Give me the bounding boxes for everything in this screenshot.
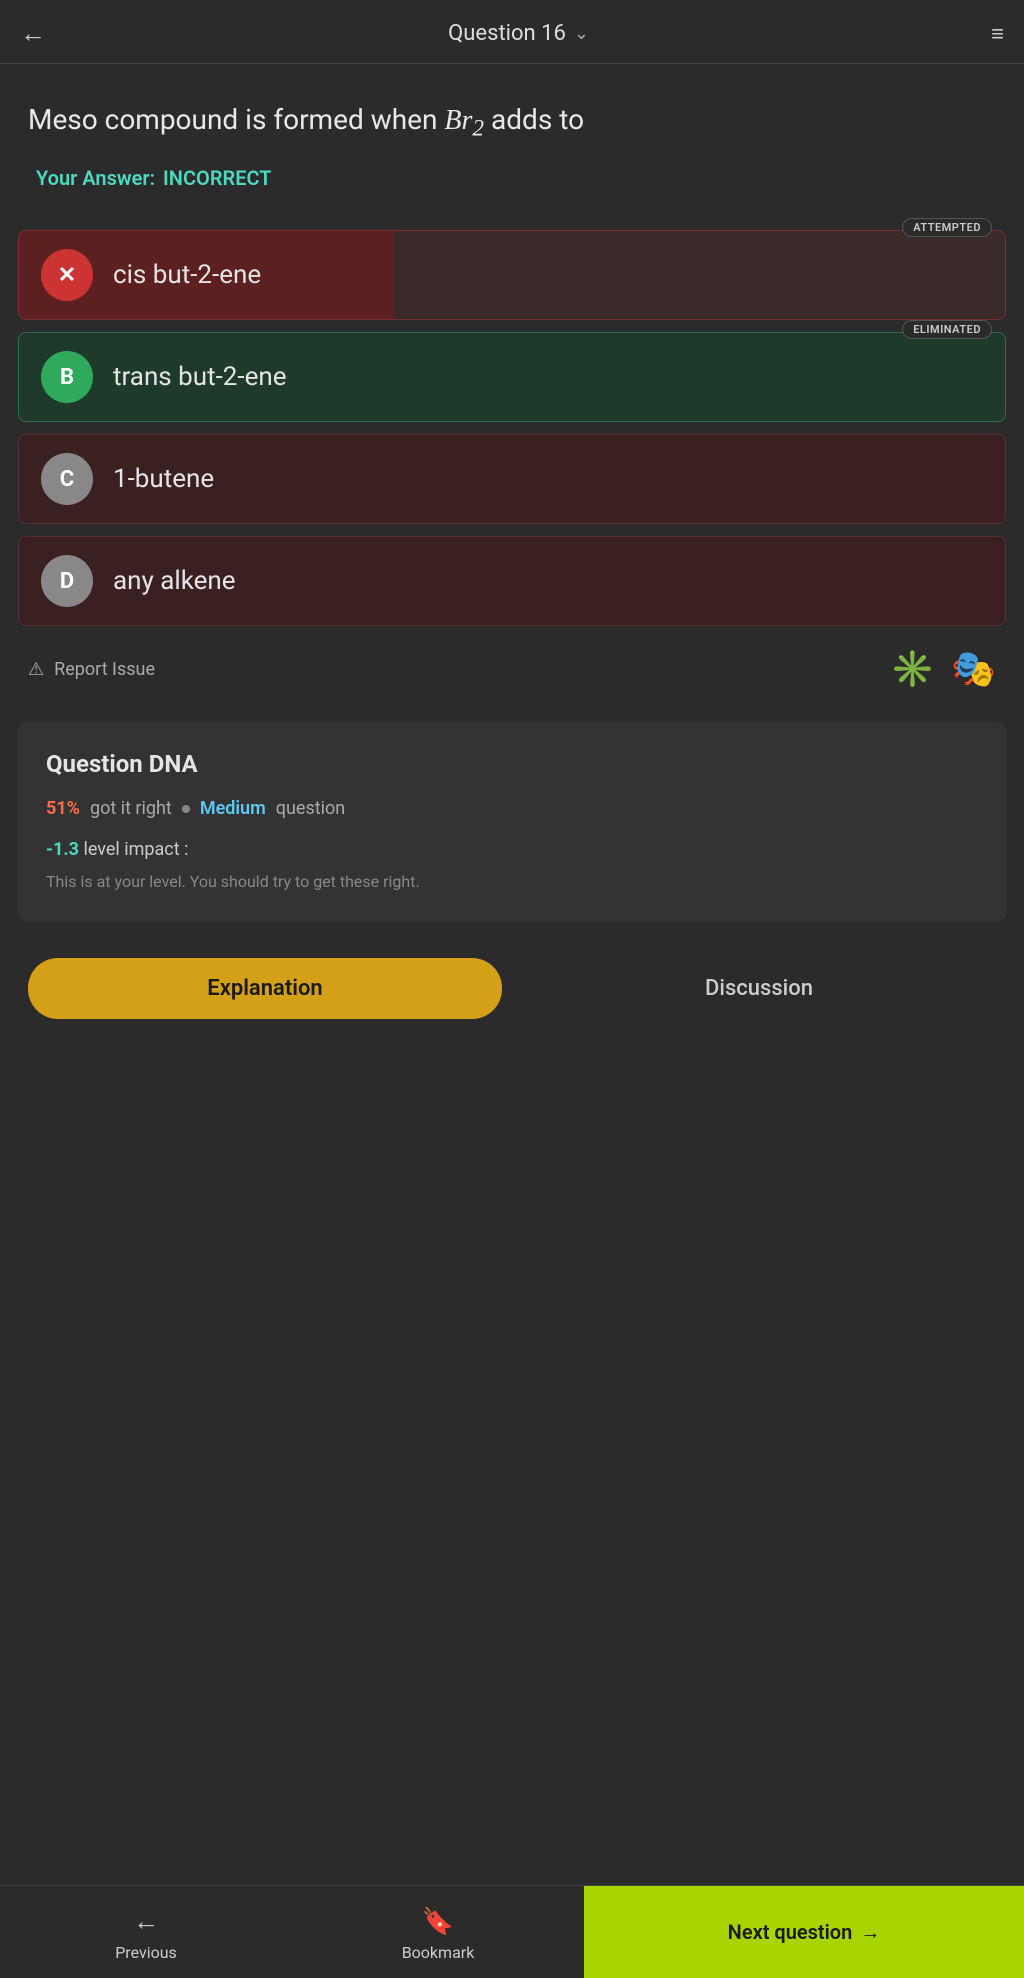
option-b-text: trans but-2-ene [113,362,287,392]
report-icons-right: ✳️ 🎭 [890,648,996,690]
option-b-circle: B [41,351,93,403]
header: ← Question 16 ⌄ ≡ [0,0,1024,64]
header-title: Question 16 ⌄ [448,21,589,46]
question-text-after: adds to [484,103,584,136]
report-issue-button[interactable]: ⚠ Report Issue [28,659,155,680]
dna-impact-desc: This is at your level. You should try to… [46,870,978,894]
dna-got-right-text: got it right [90,798,172,819]
option-c[interactable]: C 1-butene [18,434,1006,524]
bookmark-icon: 🔖 [422,1907,454,1937]
question-number: Question 16 [448,21,566,46]
previous-button[interactable]: ← Previous [0,1886,292,1978]
report-row: ⚠ Report Issue ✳️ 🎭 [0,626,1024,712]
option-b[interactable]: ELIMINATED B trans but-2-ene [18,332,1006,422]
question-area: Meso compound is formed when Br2 adds to [0,64,1024,166]
your-answer-label: Your Answer:INCORRECT [28,166,996,190]
warning-icon: ⚠ [28,659,44,680]
eliminated-badge: ELIMINATED [902,320,992,339]
starburst-icon[interactable]: ✳️ [890,648,935,690]
option-c-circle: C [41,453,93,505]
tab-discussion[interactable]: Discussion [522,958,996,1019]
bottom-tabs: Explanation Discussion [0,942,1024,1035]
dna-difficulty: Medium [200,798,266,819]
chevron-down-icon[interactable]: ⌄ [574,23,589,44]
next-label: Next question [728,1920,853,1944]
attempted-badge: ATTEMPTED [902,218,992,237]
dna-difficulty-suffix: question [276,798,345,819]
menu-icon[interactable]: ≡ [991,21,1004,47]
answer-status: INCORRECT [163,166,272,190]
face-icon[interactable]: 🎭 [951,648,996,690]
answer-section: Your Answer:INCORRECT [0,166,1024,230]
dna-impact-label: level impact : [83,839,188,860]
option-d[interactable]: D any alkene [18,536,1006,626]
next-question-button[interactable]: Next question → [584,1886,1024,1978]
option-d-circle: D [41,555,93,607]
dna-stats: 51% got it right Medium question [46,798,978,819]
back-icon[interactable]: ← [20,18,46,49]
options-list: ATTEMPTED ✕ cis but-2-ene ELIMINATED B t… [0,230,1024,626]
option-a[interactable]: ATTEMPTED ✕ cis but-2-ene [18,230,1006,320]
bookmark-label: Bookmark [402,1943,475,1962]
bookmark-button[interactable]: 🔖 Bookmark [292,1886,584,1978]
dna-impact-value: -1.3 [46,839,79,860]
question-text-before: Meso compound is formed when [28,103,444,136]
tab-explanation[interactable]: Explanation [28,958,502,1019]
report-issue-label: Report Issue [54,659,155,680]
bottom-nav: ← Previous 🔖 Bookmark Next question → [0,1885,1024,1978]
dna-title: Question DNA [46,750,978,778]
next-arrow-icon: → [860,1920,880,1945]
question-text: Meso compound is formed when Br2 adds to [28,100,996,146]
dna-section: Question DNA 51% got it right Medium que… [18,722,1006,922]
previous-label: Previous [115,1943,177,1962]
dna-percent: 51% [46,798,80,819]
option-a-text: cis but-2-ene [113,260,261,290]
dna-impact: -1.3 level impact : [46,839,978,860]
option-c-text: 1-butene [113,464,214,494]
chemical-formula: Br2 [444,105,484,136]
option-d-text: any alkene [113,566,236,596]
dna-dot-separator [182,805,190,813]
previous-arrow-icon: ← [133,1906,159,1937]
option-a-circle: ✕ [41,249,93,301]
